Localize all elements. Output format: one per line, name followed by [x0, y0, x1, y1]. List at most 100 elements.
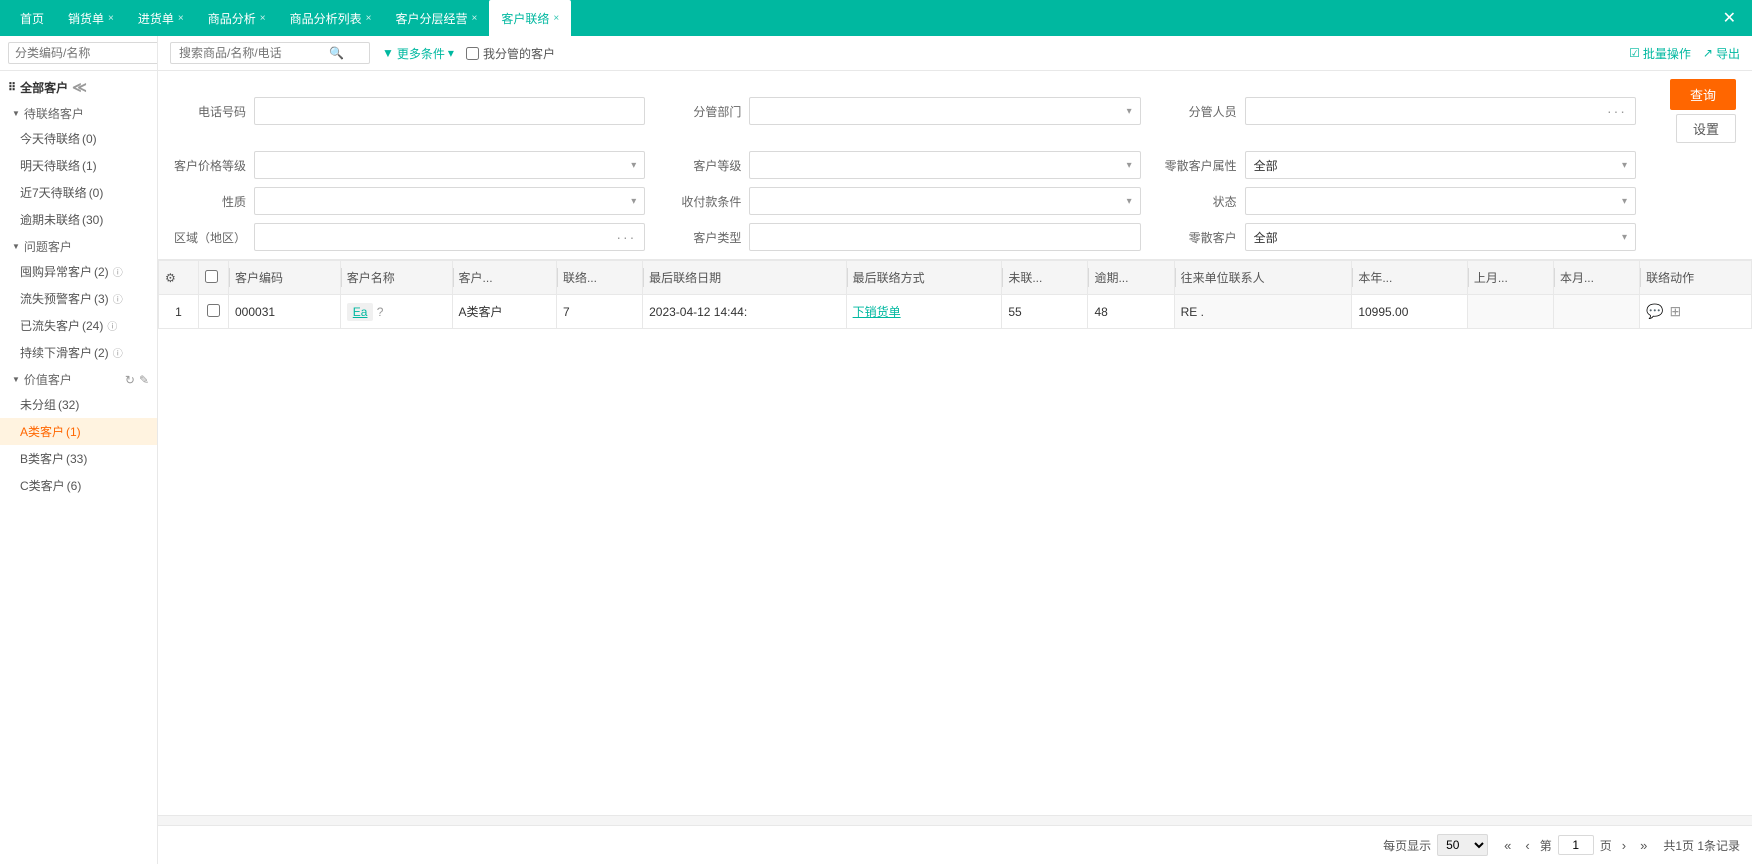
next-page-btn[interactable]: › [1618, 836, 1630, 855]
sidebar-all-customers[interactable]: ⠿ 全部客户 ≪ [0, 75, 157, 100]
sidebar-item-7days[interactable]: 近7天待联络 (0) [0, 179, 157, 206]
close-icon[interactable]: × [471, 13, 477, 24]
nav-customer-segment[interactable]: 客户分层经营 × [383, 0, 489, 36]
sidebar-item-lostwarning[interactable]: 流失预警客户 (3) ⓘ [0, 285, 157, 312]
sidebar-group-value[interactable]: ▼ 价值客户 ↻ ✎ [0, 366, 157, 391]
area-input[interactable]: ··· [254, 223, 645, 251]
chevron-down-icon: ▾ [448, 46, 454, 60]
nav-product-analysis[interactable]: 商品分析 × [196, 0, 278, 36]
col-action: 联络动作 [1640, 261, 1752, 295]
row-last-date: 2023-04-12 14:44: [643, 295, 847, 329]
close-icon[interactable]: × [108, 13, 114, 24]
chevron-down-icon: ▾ [1622, 232, 1627, 243]
filter-search-input[interactable] [179, 46, 329, 60]
adv-filter-row3: 性质 ▾ 收付款条件 ▾ 状态 [174, 187, 1736, 215]
nav-home[interactable]: 首页 [8, 0, 56, 36]
nav-sales[interactable]: 销货单 × [56, 0, 126, 36]
sidebar-item-c-class[interactable]: C类客户 (6) [0, 472, 157, 499]
row-this-month [1553, 295, 1639, 329]
adv-cust-type-field: 客户类型 [669, 223, 1140, 251]
window-close-icon[interactable]: ✕ [1715, 4, 1744, 32]
table-footer: 每页显示 50 100 200 « ‹ 第 页 › » [158, 825, 1752, 864]
chevron-down-icon: ▾ [631, 160, 636, 171]
query-button[interactable]: 查询 [1670, 79, 1736, 110]
col-checkbox[interactable] [199, 261, 229, 295]
sidebar-item-declining[interactable]: 持续下滑客户 (2) ⓘ [0, 339, 157, 366]
last-page-btn[interactable]: » [1636, 836, 1651, 855]
retail-cust-input[interactable]: 全部 ▾ [1245, 223, 1636, 251]
query-btn-col: 查询 设置 [1636, 79, 1736, 143]
status-input[interactable]: ▾ [1245, 187, 1636, 215]
phone-input[interactable] [254, 97, 645, 125]
row-name[interactable]: Ea ? [340, 295, 452, 329]
nature-input[interactable]: ▾ [254, 187, 645, 215]
sidebar-collapse-icon[interactable]: ≪ [72, 79, 87, 96]
close-icon[interactable]: × [260, 13, 266, 24]
message-icon[interactable]: 💬 [1646, 303, 1663, 320]
more-icon[interactable]: ··· [616, 229, 636, 245]
table-scroll[interactable]: ⚙ 客户编码 客户名称 [158, 260, 1752, 815]
more-icon[interactable]: ··· [1607, 103, 1627, 119]
page-number-input[interactable] [1558, 835, 1594, 855]
sidebar-item-b-class[interactable]: B类客户 (33) [0, 445, 157, 472]
row-last-method[interactable]: 下销货单 [846, 295, 1002, 329]
adv-cust-level-field: 客户等级 ▾ [669, 151, 1140, 179]
adv-retail-attr-field: 零散客户属性 全部 ▾ [1165, 151, 1636, 179]
export-icon: ↗ [1703, 46, 1713, 60]
row-checkbox[interactable] [199, 295, 229, 329]
row-company-contact: RE . [1174, 295, 1352, 329]
sidebar-item-today[interactable]: 今天待联络 (0) [0, 125, 157, 152]
col-last-month: 上月... [1467, 261, 1553, 295]
nav-product-list[interactable]: 商品分析列表 × [278, 0, 384, 36]
row-select-checkbox[interactable] [207, 304, 220, 317]
adv-status-field: 状态 ▾ [1165, 187, 1636, 215]
sidebar-item-unclassified[interactable]: 未分组 (32) [0, 391, 157, 418]
prev-page-btn[interactable]: ‹ [1521, 836, 1533, 855]
close-icon[interactable]: × [366, 13, 372, 24]
person-input[interactable]: ··· [1245, 97, 1636, 125]
search-icon[interactable]: 🔍 [329, 46, 344, 60]
sidebar-group-pending[interactable]: ▼ 待联络客户 [0, 100, 157, 125]
sidebar-item-tomorrow[interactable]: 明天待联络 (1) [0, 152, 157, 179]
settings-icon[interactable]: ⚙ [165, 271, 176, 285]
row-action: 💬 ⊞ [1640, 295, 1752, 329]
nav-purchase[interactable]: 进货单 × [126, 0, 196, 36]
settings-button[interactable]: 设置 [1676, 114, 1736, 143]
export-btn[interactable]: ↗ 导出 [1703, 45, 1740, 62]
edit-icon[interactable]: ✎ [139, 373, 149, 387]
sidebar-item-hoarding[interactable]: 囤购异常客户 (2) ⓘ [0, 258, 157, 285]
adv-filter-row1: 电话号码 分管部门 ▾ 分管人员 ··· [174, 79, 1736, 143]
row-contact: 7 [556, 295, 642, 329]
info-icon: ⓘ [113, 345, 123, 360]
filter-bar: 🔍 ▼ 更多条件 ▾ 我分管的客户 ☑ 批量操作 ↗ 导出 [158, 36, 1752, 71]
chevron-down-icon: ▾ [631, 196, 636, 207]
sidebar-item-lost[interactable]: 已流失客户 (24) ⓘ [0, 312, 157, 339]
qr-icon[interactable]: ⊞ [1670, 303, 1682, 320]
batch-ops-btn[interactable]: ☑ 批量操作 [1629, 45, 1691, 62]
retail-attr-input[interactable]: 全部 ▾ [1245, 151, 1636, 179]
sidebar-item-overdue[interactable]: 逾期未联络 (30) [0, 206, 157, 233]
close-icon[interactable]: × [178, 13, 184, 24]
first-page-btn[interactable]: « [1500, 836, 1515, 855]
more-conditions-btn[interactable]: ▼ 更多条件 ▾ [382, 45, 454, 62]
price-level-input[interactable]: ▾ [254, 151, 645, 179]
data-table: ⚙ 客户编码 客户名称 [158, 260, 1752, 329]
filter-search-box[interactable]: 🔍 [170, 42, 370, 64]
sidebar-item-a-class[interactable]: A类客户 (1) [0, 418, 157, 445]
payment-input[interactable]: ▾ [749, 187, 1140, 215]
nav-customer-contact[interactable]: 客户联络 × [489, 0, 571, 36]
cust-type-input[interactable] [749, 223, 1140, 251]
cust-level-input[interactable]: ▾ [749, 151, 1140, 179]
sidebar-search-input[interactable] [8, 42, 158, 64]
per-page-select[interactable]: 50 100 200 [1437, 834, 1488, 856]
sidebar-group-problem[interactable]: ▼ 问题客户 [0, 233, 157, 258]
my-customers-checkbox[interactable]: 我分管的客户 [466, 45, 555, 62]
my-customers-check[interactable] [466, 47, 479, 60]
col-settings[interactable]: ⚙ [159, 261, 199, 295]
close-icon[interactable]: × [553, 13, 559, 24]
sidebar-search-bar: 🔍 [0, 36, 157, 71]
select-all-checkbox[interactable] [205, 270, 218, 283]
dept-input[interactable]: ▾ [749, 97, 1140, 125]
refresh-icon[interactable]: ↻ [125, 373, 135, 387]
horizontal-scrollbar[interactable] [158, 815, 1752, 825]
